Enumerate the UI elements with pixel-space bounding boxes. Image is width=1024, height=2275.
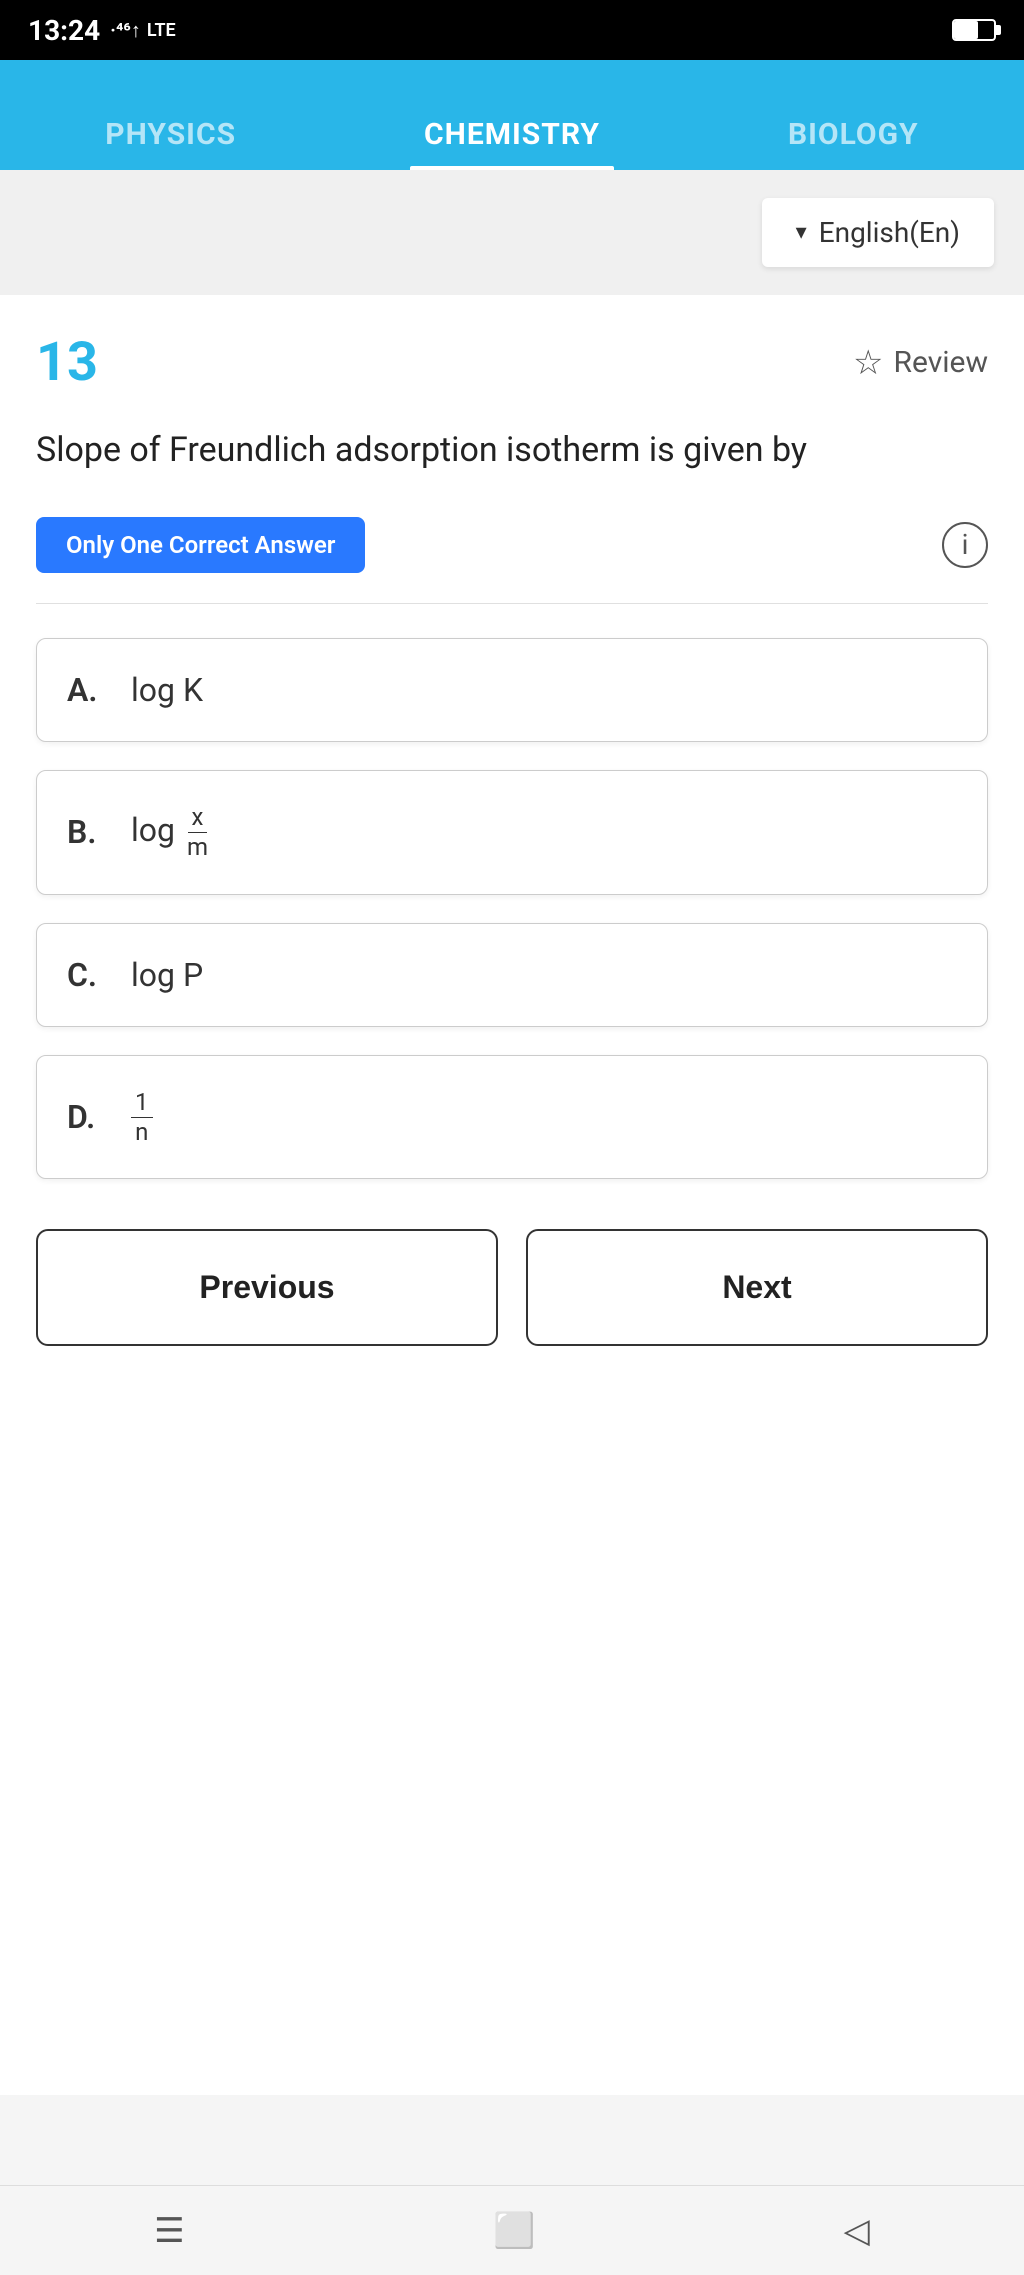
question-text: Slope of Freundlich adsorption isotherm …	[36, 424, 988, 477]
nav-buttons: Previous Next	[36, 1229, 988, 1376]
back-icon[interactable]: ◁	[844, 2211, 870, 2251]
question-header: 13 ☆ Review	[36, 331, 988, 394]
option-d-label: D.	[67, 1098, 103, 1136]
tab-biology[interactable]: BIOLOGY	[683, 117, 1024, 170]
status-left: 13:24 ·⁴⁶↑ LTE	[28, 14, 176, 47]
option-c-label: C.	[67, 956, 103, 994]
star-icon: ☆	[853, 343, 883, 383]
option-a-text: log K	[131, 671, 203, 709]
option-d[interactable]: D. 1n	[36, 1055, 988, 1180]
fraction-xm: xm	[183, 803, 212, 862]
option-b-label: B.	[67, 813, 103, 851]
language-label: English(En)	[819, 216, 960, 249]
divider	[36, 603, 988, 605]
signal-icon: ·⁴⁶↑	[110, 18, 141, 43]
option-a[interactable]: A. log K	[36, 638, 988, 742]
status-icons: ·⁴⁶↑ LTE	[110, 18, 176, 43]
previous-button[interactable]: Previous	[36, 1229, 498, 1346]
home-icon[interactable]: ⬜	[493, 2211, 535, 2251]
fraction-numerator-d: 1	[131, 1088, 153, 1118]
review-button[interactable]: ☆ Review	[853, 343, 988, 383]
option-d-text: 1n	[131, 1088, 153, 1147]
language-dropdown[interactable]: ▾ English(En)	[762, 198, 994, 267]
status-time: 13:24	[28, 14, 100, 47]
option-a-label: A.	[67, 671, 103, 709]
tab-chemistry[interactable]: CHEMISTRY	[341, 117, 682, 170]
option-b[interactable]: B. log xm	[36, 770, 988, 895]
main-content: 13 ☆ Review Slope of Freundlich adsorpti…	[0, 295, 1024, 2095]
menu-icon[interactable]: ☰	[154, 2211, 184, 2251]
answer-type-badge: Only One Correct Answer	[36, 517, 365, 573]
option-c-text: log P	[131, 956, 203, 994]
android-nav-bar: ☰ ⬜ ◁	[0, 2185, 1024, 2275]
info-icon[interactable]: i	[942, 522, 988, 568]
tab-physics[interactable]: PHYSICS	[0, 117, 341, 170]
review-label: Review	[894, 345, 988, 380]
tab-bar: PHYSICS CHEMISTRY BIOLOGY	[0, 60, 1024, 170]
lte-icon: LTE	[147, 20, 176, 41]
battery-icon	[952, 19, 996, 41]
language-bar: ▾ English(En)	[0, 170, 1024, 295]
question-number: 13	[36, 331, 98, 394]
fraction-denominator-d: n	[131, 1118, 152, 1147]
fraction-denominator: m	[183, 833, 212, 862]
next-button[interactable]: Next	[526, 1229, 988, 1346]
option-b-text: log xm	[131, 803, 212, 862]
option-c[interactable]: C. log P	[36, 923, 988, 1027]
answer-type-row: Only One Correct Answer i	[36, 517, 988, 573]
fraction-numerator: x	[188, 803, 208, 833]
chevron-down-icon: ▾	[796, 220, 807, 245]
fraction-1n: 1n	[131, 1088, 153, 1147]
info-symbol: i	[962, 528, 969, 561]
battery-fill	[954, 21, 978, 39]
status-bar: 13:24 ·⁴⁶↑ LTE	[0, 0, 1024, 60]
